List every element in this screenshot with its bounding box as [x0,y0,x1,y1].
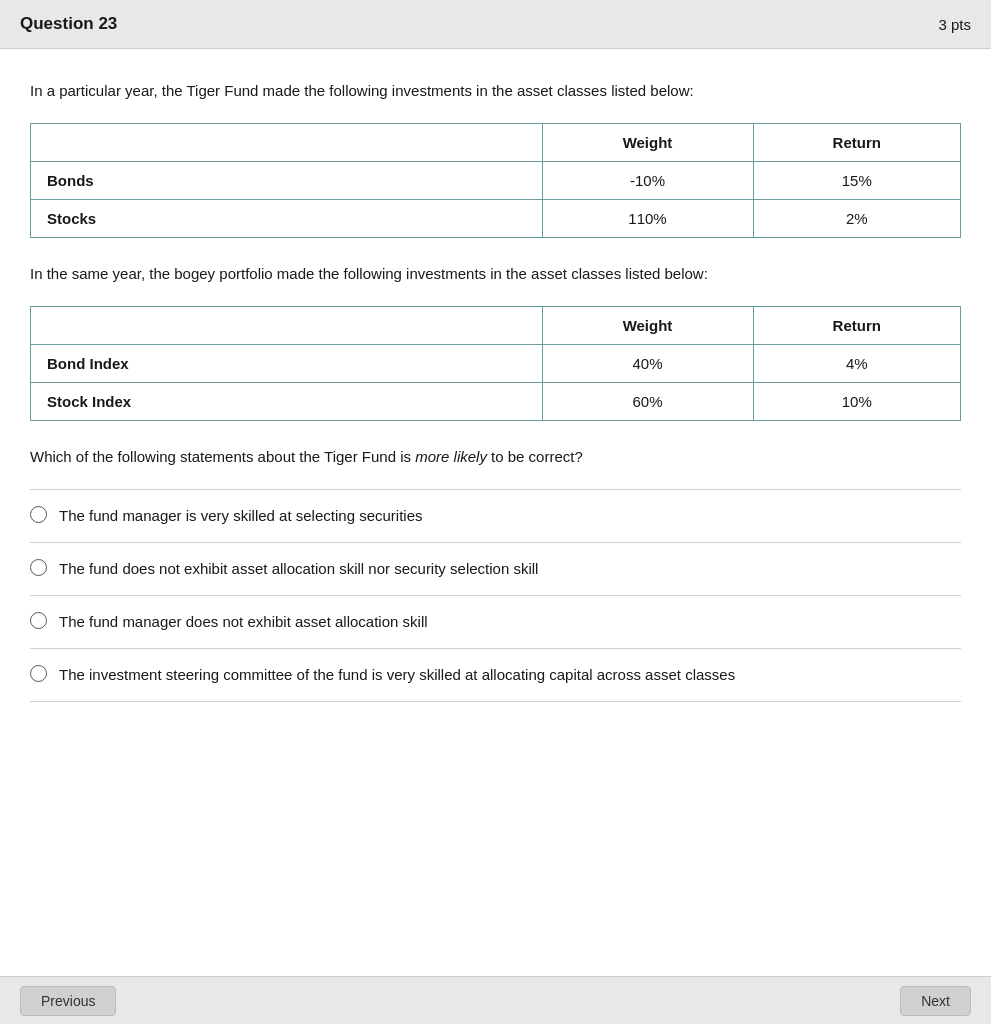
tiger-row-stocks-weight: 110% [542,200,753,238]
tiger-row-bonds-label: Bonds [31,162,543,200]
bogey-col-weight: Weight [542,307,753,345]
footer-bar: Previous Next [0,976,991,1024]
next-button[interactable]: Next [900,986,971,1016]
tiger-row-bonds-weight: -10% [542,162,753,200]
options-section: The fund manager is very skilled at sele… [30,489,961,702]
intro-text-2: In the same year, the bogey portfolio ma… [30,262,961,286]
bogey-row-stock-index-weight: 60% [542,383,753,421]
option-a-radio[interactable] [30,506,47,523]
question-prompt-italic: more likely [415,448,487,465]
option-d-item[interactable]: The investment steering committee of the… [30,648,961,702]
table-row: Bond Index 40% 4% [31,345,961,383]
option-c-item[interactable]: The fund manager does not exhibit asset … [30,595,961,648]
bogey-col-return: Return [753,307,961,345]
table-row: Stock Index 60% 10% [31,383,961,421]
tiger-row-stocks-label: Stocks [31,200,543,238]
tiger-row-bonds-return: 15% [753,162,961,200]
option-d-radio[interactable] [30,665,47,682]
tiger-col-empty [31,124,543,162]
table-row: Bonds -10% 15% [31,162,961,200]
option-c-radio[interactable] [30,612,47,629]
option-b-item[interactable]: The fund does not exhibit asset allocati… [30,542,961,595]
option-c-text: The fund manager does not exhibit asset … [59,610,428,634]
option-d-text: The investment steering committee of the… [59,663,735,687]
question-prompt: Which of the following statements about … [30,445,961,469]
bogey-table: Weight Return Bond Index 40% 4% Stock In… [30,306,961,421]
bogey-row-bond-index-return: 4% [753,345,961,383]
option-b-radio[interactable] [30,559,47,576]
question-points: 3 pts [938,16,971,33]
table-row: Stocks 110% 2% [31,200,961,238]
question-header: Question 23 3 pts [0,0,991,49]
tiger-col-return: Return [753,124,961,162]
page-container: Question 23 3 pts In a particular year, … [0,0,991,1024]
prev-button[interactable]: Previous [20,986,116,1016]
tiger-col-weight: Weight [542,124,753,162]
tiger-fund-table: Weight Return Bonds -10% 15% Stocks 110%… [30,123,961,238]
bogey-col-empty [31,307,543,345]
option-b-text: The fund does not exhibit asset allocati… [59,557,538,581]
bogey-row-stock-index-label: Stock Index [31,383,543,421]
question-body: In a particular year, the Tiger Fund mad… [0,49,991,976]
option-a-text: The fund manager is very skilled at sele… [59,504,423,528]
question-title: Question 23 [20,14,117,34]
bogey-row-stock-index-return: 10% [753,383,961,421]
intro-text-1: In a particular year, the Tiger Fund mad… [30,79,961,103]
option-a-item[interactable]: The fund manager is very skilled at sele… [30,489,961,542]
bogey-row-bond-index-label: Bond Index [31,345,543,383]
tiger-row-stocks-return: 2% [753,200,961,238]
bogey-row-bond-index-weight: 40% [542,345,753,383]
